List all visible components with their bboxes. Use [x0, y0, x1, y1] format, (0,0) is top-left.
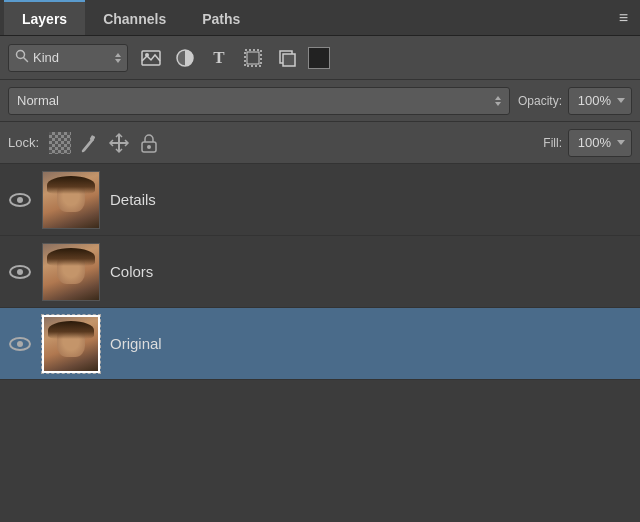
lock-paint-button[interactable]: [77, 131, 101, 155]
svg-rect-8: [283, 54, 295, 66]
filter-icons: T: [138, 45, 330, 71]
opacity-group: Opacity: 100%: [518, 87, 632, 115]
layer-visibility-toggle[interactable]: [8, 260, 32, 284]
opacity-value: 100%: [575, 93, 611, 108]
layers-list: Details Colors Original: [0, 164, 640, 522]
search-icon: [15, 49, 29, 66]
lock-label: Lock:: [8, 135, 39, 150]
kind-label: Kind: [33, 50, 111, 65]
tab-paths[interactable]: Paths: [184, 0, 258, 35]
layer-visibility-toggle[interactable]: [8, 188, 32, 212]
tab-bar: Layers Channels Paths ≡: [0, 0, 640, 36]
tab-layers[interactable]: Layers: [4, 0, 85, 35]
svg-rect-6: [247, 52, 259, 64]
svg-point-13: [147, 145, 151, 149]
kind-arrows: [115, 53, 121, 63]
filter-toolbar: Kind: [0, 36, 640, 80]
layer-thumbnail: [42, 243, 100, 301]
eye-icon: [9, 337, 31, 351]
panel-menu-button[interactable]: ≡: [611, 0, 636, 35]
layer-name: Details: [110, 191, 156, 208]
layer-item[interactable]: Original: [0, 308, 640, 380]
layer-item[interactable]: Details: [0, 164, 640, 236]
fill-input[interactable]: 100%: [568, 129, 632, 157]
filter-image-icon[interactable]: [138, 45, 164, 71]
filter-smart-icon[interactable]: [274, 45, 300, 71]
filter-shape-icon[interactable]: [240, 45, 266, 71]
fill-value: 100%: [575, 135, 611, 150]
layer-name: Original: [110, 335, 162, 352]
layer-item[interactable]: Colors: [0, 236, 640, 308]
blend-mode-select[interactable]: Normal: [8, 87, 510, 115]
filter-adjustment-icon[interactable]: [172, 45, 198, 71]
filter-color-icon[interactable]: [308, 47, 330, 69]
fill-group: Fill: 100%: [543, 129, 632, 157]
svg-point-3: [145, 53, 149, 57]
eye-icon: [9, 193, 31, 207]
lock-fill-toolbar: Lock:: [0, 122, 640, 164]
kind-filter-select[interactable]: Kind: [8, 44, 128, 72]
lock-position-button[interactable]: [107, 131, 131, 155]
lock-all-button[interactable]: [137, 131, 161, 155]
filter-text-icon[interactable]: T: [206, 45, 232, 71]
opacity-input[interactable]: 100%: [568, 87, 632, 115]
blend-mode-label: Normal: [17, 93, 489, 108]
layer-name: Colors: [110, 263, 153, 280]
blend-arrows: [495, 96, 501, 106]
opacity-dropdown-arrow: [617, 98, 625, 103]
eye-icon: [9, 265, 31, 279]
layers-panel: Layers Channels Paths ≡ Kind: [0, 0, 640, 522]
lock-transparency-button[interactable]: [49, 132, 71, 154]
layer-thumbnail: [42, 315, 100, 373]
tab-channels[interactable]: Channels: [85, 0, 184, 35]
svg-line-1: [24, 58, 28, 62]
layer-visibility-toggle[interactable]: [8, 332, 32, 356]
fill-label: Fill:: [543, 136, 562, 150]
opacity-label: Opacity:: [518, 94, 562, 108]
layer-thumbnail: [42, 171, 100, 229]
fill-dropdown-arrow: [617, 140, 625, 145]
blend-opacity-toolbar: Normal Opacity: 100%: [0, 80, 640, 122]
